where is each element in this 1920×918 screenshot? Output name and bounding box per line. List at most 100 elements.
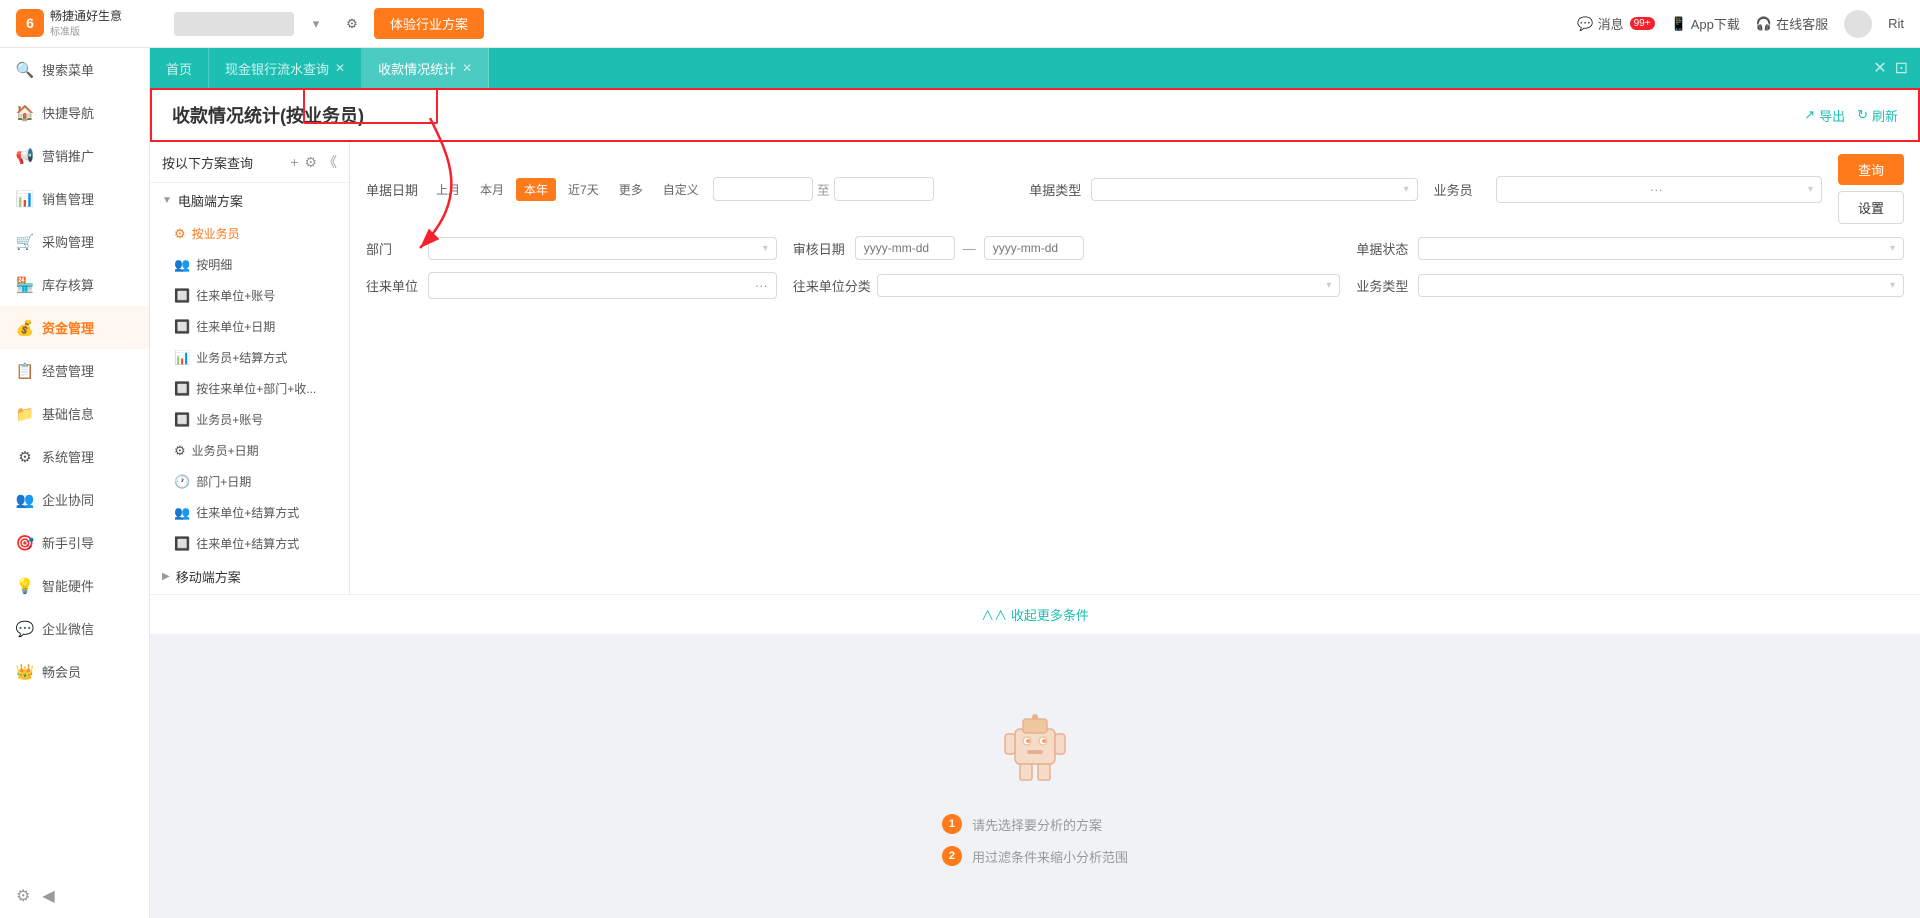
scheme-item-1[interactable]: 👥 按明细: [150, 249, 349, 280]
scheme-item-2[interactable]: 🔲 往来单位+账号: [150, 280, 349, 311]
counterparty-dropdown[interactable]: ···: [428, 272, 777, 299]
sidebar-item-wechat[interactable]: 💬 企业微信: [0, 607, 149, 650]
sidebar-settings-icon[interactable]: ⚙: [16, 886, 30, 906]
filter-review-date-item: 审核日期 —: [793, 236, 1341, 260]
section-label-desktop: 电脑端方案: [178, 191, 243, 210]
sidebar-item-search[interactable]: 🔍 搜索菜单: [0, 48, 149, 91]
scheme-item-4[interactable]: 📊 业务员+结算方式: [150, 342, 349, 373]
scheme-collapse-icon[interactable]: 《: [323, 152, 337, 172]
scheme-item-8[interactable]: 🕐 部门+日期: [150, 466, 349, 497]
section-arrow-desktop: ▼: [162, 195, 172, 206]
query-btn-group: 查询 设置: [1838, 154, 1904, 224]
scheme-item-7[interactable]: ⚙ 业务员+日期: [150, 435, 349, 466]
scheme-section-title-mobile[interactable]: ▶ 移动端方案: [150, 559, 349, 594]
sidebar-item-system[interactable]: ⚙ 系统管理: [0, 435, 149, 478]
section-arrow-mobile: ▶: [162, 571, 170, 582]
scheme-item-label-9: 往来单位+结算方式: [196, 504, 299, 521]
date-tab-custom[interactable]: 自定义: [655, 178, 707, 201]
sidebar-label-enterprise: 企业协同: [42, 490, 94, 509]
scheme-item-label-1: 按明细: [196, 256, 232, 273]
tab-bank-flow[interactable]: 现金银行流水查询 ✕: [209, 48, 362, 88]
hardware-icon: 💡: [16, 577, 34, 595]
sidebar-item-quicknav[interactable]: 🏠 快捷导航: [0, 91, 149, 134]
sidebar-item-sales[interactable]: 📊 销售管理: [0, 177, 149, 220]
tab-minimize-icon[interactable]: ✕: [1873, 58, 1886, 78]
date-separator: 至: [817, 180, 830, 199]
tab-home[interactable]: 首页: [150, 48, 209, 88]
tab-maximize-icon[interactable]: ⊡: [1895, 58, 1908, 78]
tab-bank-close[interactable]: ✕: [335, 61, 345, 75]
sidebar: 🔍 搜索菜单 🏠 快捷导航 📢 营销推广 📊 销售管理 🛒 采购管理 🏪 库存核…: [0, 48, 150, 918]
date-tab-more[interactable]: 更多: [611, 178, 651, 201]
date-end-input[interactable]: 2023-12-31: [834, 177, 934, 201]
sidebar-collapse-icon[interactable]: ◀: [42, 886, 54, 906]
scheme-item-icon-4: 📊: [174, 350, 190, 366]
sidebar-item-finance[interactable]: 💰 资金管理: [0, 306, 149, 349]
scheme-item-3[interactable]: 🔲 往来单位+日期: [150, 311, 349, 342]
date-tab-this-month[interactable]: 本月: [472, 178, 512, 201]
sidebar-item-enterprise[interactable]: 👥 企业协同: [0, 478, 149, 521]
export-btn[interactable]: ↗ 导出: [1804, 106, 1845, 125]
online-service-btn[interactable]: 🎧 在线客服: [1756, 14, 1828, 33]
scheme-settings-icon[interactable]: ⚙: [304, 154, 317, 171]
scheme-item-icon-1: 👥: [174, 257, 190, 273]
doc-status-label: 单据状态: [1356, 239, 1412, 258]
filter-counterparty-item: 往来单位 ···: [366, 272, 777, 299]
app-download-btn[interactable]: 📱 App下载: [1671, 14, 1740, 33]
tab-collection-close[interactable]: ✕: [462, 61, 472, 75]
sidebar-item-operations[interactable]: 📋 经营管理: [0, 349, 149, 392]
tab-collection-stats[interactable]: 收款情况统计 ✕: [362, 48, 489, 88]
sidebar-item-marketing[interactable]: 📢 营销推广: [0, 134, 149, 177]
counterparty-cat-dropdown[interactable]: ▾: [877, 274, 1341, 297]
marketing-icon: 📢: [16, 147, 34, 165]
scheme-item-5[interactable]: 🔲 按往来单位+部门+收...: [150, 373, 349, 404]
step-label-1: 请先选择要分析的方案: [972, 815, 1102, 834]
user-name[interactable]: Rit: [1888, 16, 1904, 31]
scheme-item-0[interactable]: ⚙ 按业务员: [150, 218, 349, 249]
nav-dropdown-btn[interactable]: ▾: [302, 10, 330, 38]
trial-btn[interactable]: 体验行业方案: [374, 8, 484, 39]
scheme-item-10[interactable]: 🔲 往来单位+结算方式: [150, 528, 349, 559]
date-start-input[interactable]: 2023-01-01: [713, 177, 813, 201]
business-type-dropdown[interactable]: ▾: [1418, 274, 1904, 297]
settings-button[interactable]: 设置: [1838, 191, 1904, 224]
filter-dept-item: 部门 ▾: [366, 237, 777, 260]
sidebar-label-member: 畅会员: [42, 662, 81, 681]
nav-settings-btn[interactable]: ⚙: [338, 10, 366, 38]
salesperson-more-icon[interactable]: ···: [1650, 182, 1663, 197]
review-date-start[interactable]: [855, 236, 955, 260]
scheme-item-6[interactable]: 🔲 业务员+账号: [150, 404, 349, 435]
refresh-btn[interactable]: ↻ 刷新: [1857, 106, 1898, 125]
date-tab-this-year[interactable]: 本年: [516, 178, 556, 201]
scheme-item-9[interactable]: 👥 往来单位+结算方式: [150, 497, 349, 528]
category-label: 单据类型: [1029, 180, 1085, 199]
sidebar-label-search: 搜索菜单: [42, 60, 94, 79]
date-tab-last-month[interactable]: 上月: [428, 178, 468, 201]
sidebar-item-hardware[interactable]: 💡 智能硬件: [0, 564, 149, 607]
sidebar-item-inventory[interactable]: 🏪 库存核算: [0, 263, 149, 306]
scheme-item-label-4: 业务员+结算方式: [196, 349, 287, 366]
business-type-arrow-icon: ▾: [1890, 280, 1895, 291]
sidebar-item-basic-info[interactable]: 📁 基础信息: [0, 392, 149, 435]
dept-dropdown[interactable]: ▾: [428, 237, 777, 260]
sidebar-item-guide[interactable]: 🎯 新手引导: [0, 521, 149, 564]
sidebar-item-purchase[interactable]: 🛒 采购管理: [0, 220, 149, 263]
export-icon: ↗: [1804, 107, 1815, 123]
date-tab-7days[interactable]: 近7天: [560, 178, 607, 201]
salesperson-dropdown[interactable]: ··· ▾: [1496, 176, 1822, 203]
download-icon: 📱: [1671, 16, 1687, 32]
scheme-section-title-desktop[interactable]: ▼ 电脑端方案: [150, 183, 349, 218]
user-avatar[interactable]: [1844, 10, 1872, 38]
doc-status-dropdown[interactable]: ▾: [1418, 237, 1904, 260]
category-dropdown[interactable]: ▾: [1091, 178, 1417, 201]
counterparty-more-icon[interactable]: ···: [755, 278, 768, 293]
query-button[interactable]: 查询: [1838, 154, 1904, 185]
review-date-range: —: [855, 236, 1084, 260]
sidebar-item-member[interactable]: 👑 畅会员: [0, 650, 149, 693]
review-date-end[interactable]: [984, 236, 1084, 260]
filter-date-item: 单据日期 上月 本月 本年 近7天 更多 自定义 2023-01-01: [366, 177, 1013, 201]
scheme-add-icon[interactable]: +: [290, 154, 298, 170]
message-btn[interactable]: 💬 消息 99+: [1577, 14, 1654, 33]
step-label-2: 用过滤条件来缩小分析范围: [972, 847, 1128, 866]
collapse-conditions-btn[interactable]: ∧∧ 收起更多条件: [150, 594, 1920, 634]
